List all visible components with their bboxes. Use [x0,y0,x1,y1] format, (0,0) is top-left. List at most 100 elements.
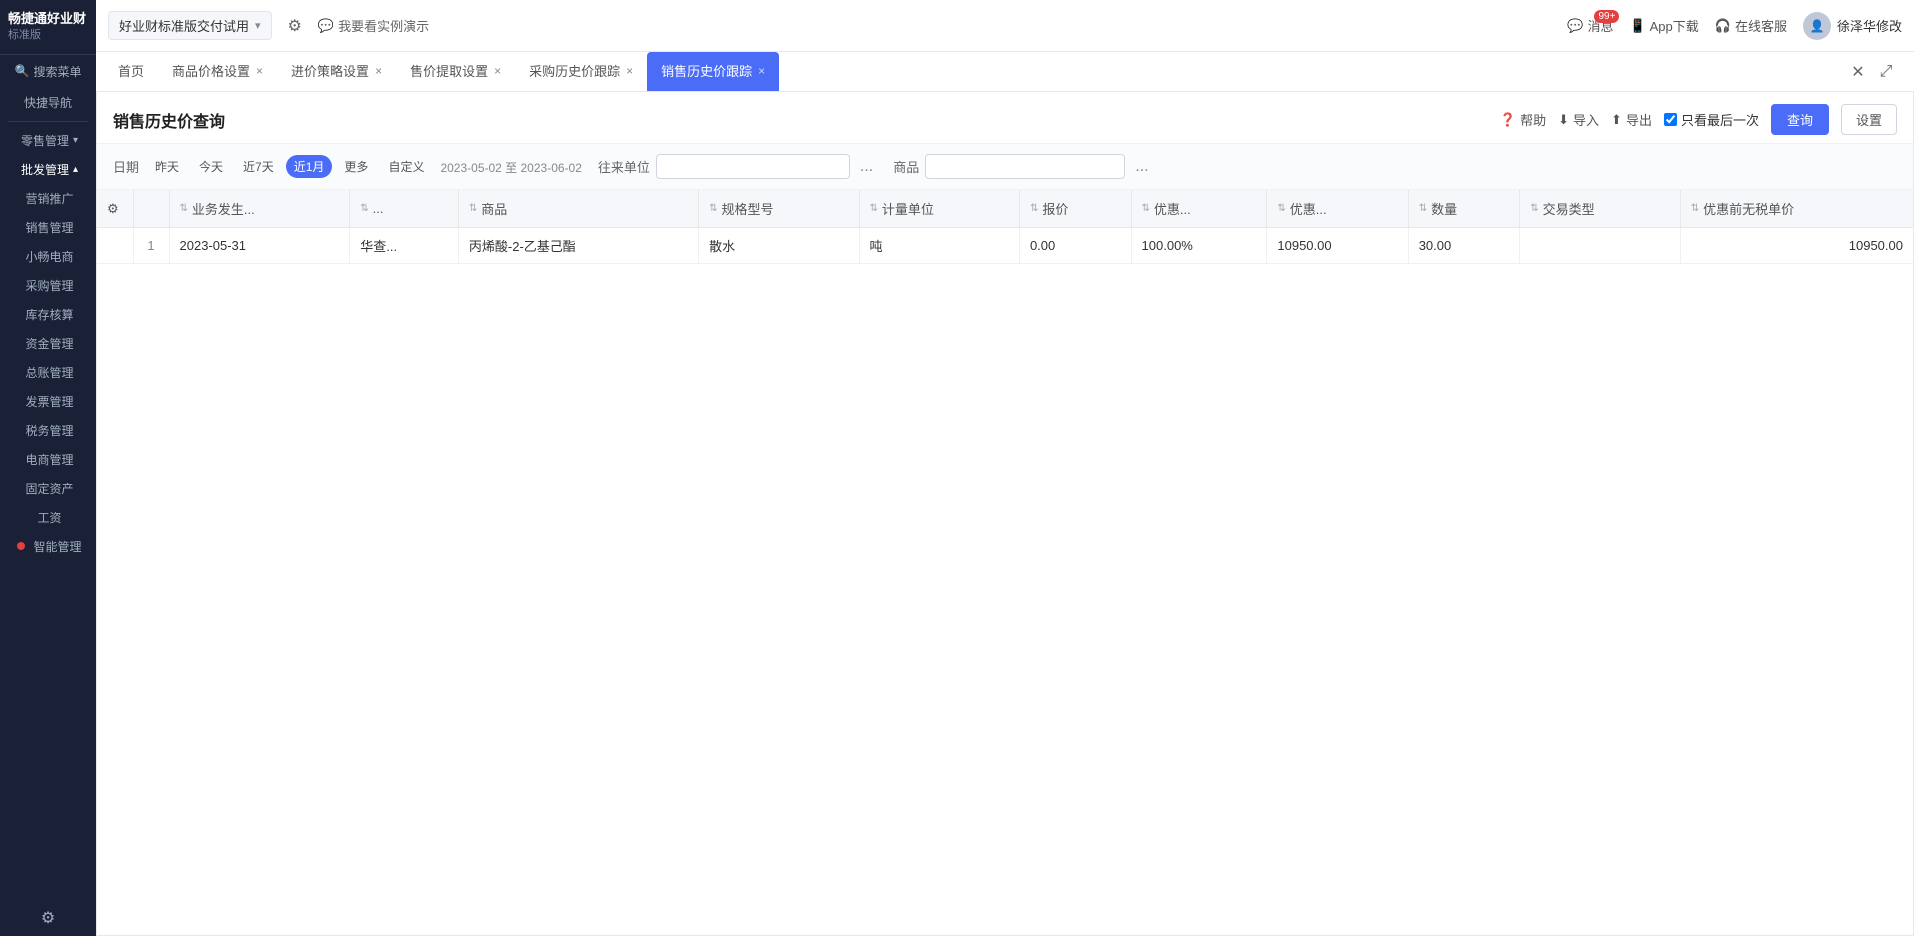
sidebar-search[interactable]: 🔍 搜索菜单 [0,55,96,88]
sidebar-item-smart[interactable]: 智能管理 [0,532,96,561]
col-pretax-price[interactable]: ⇅ 优惠前无税单价 [1680,190,1913,228]
tabs-bar: 首页 商品价格设置 × 进价策略设置 × 售价提取设置 × 采购历史价跟踪 × … [96,52,1914,92]
service-button[interactable]: 🎧 在线客服 [1715,16,1787,35]
col-spec-label: 规格型号 [722,199,774,218]
user-menu[interactable]: 👤 徐泽华修改 [1803,12,1902,40]
tab-price[interactable]: 商品价格设置 × [158,52,277,92]
help-button[interactable]: ❓ 帮助 [1500,110,1546,129]
col-discount2-label: 优惠... [1290,199,1327,218]
tab-sale-price[interactable]: 售价提取设置 × [396,52,515,92]
row-biz-date: 2023-05-31 [169,228,350,264]
panel-expand-button[interactable]: ⤢ [1874,60,1898,84]
col-spec[interactable]: ⇅ 规格型号 [699,190,859,228]
tab-purchase-history-close[interactable]: × [626,64,633,78]
sidebar-item-label: 智能管理 [33,538,81,555]
sort-icon: ⇅ [1530,203,1538,214]
search-icon: 🔍 [15,64,30,78]
tab-home[interactable]: 首页 [104,52,158,92]
panel-close-button[interactable]: ✕ [1846,60,1870,84]
only-last-checkbox[interactable] [1664,113,1677,126]
sidebar-item-sales[interactable]: 销售管理 [0,213,96,242]
col-more-label: ... [373,201,384,216]
tab-purchase-history[interactable]: 采购历史价跟踪 × [515,52,647,92]
sidebar-item-fixed-assets[interactable]: 固定资产 [0,474,96,503]
col-biz-date[interactable]: ⇅ 业务发生... [169,190,350,228]
sidebar-bottom: ⚙ [0,900,96,936]
sidebar-nav[interactable]: 快捷导航 [0,88,96,117]
page-header-actions: ❓ 帮助 ⬇ 导入 ⬆ 导出 只看最后一次 查询 设置 [1500,104,1897,135]
app-download-button[interactable]: 📱 App下载 [1629,16,1698,35]
date-opt-more[interactable]: 更多 [336,155,376,178]
table-container: ⚙ ⇅ 业务发生... ⇅ ... [97,190,1913,935]
col-more[interactable]: ⇅ ... [350,190,459,228]
sidebar-item-invoice[interactable]: 发票管理 [0,387,96,416]
row-product: 丙烯酸-2-乙基己酯 [458,228,698,264]
demo-link[interactable]: 💬 我要看实例演示 [318,16,429,35]
tab-sale-history[interactable]: 销售历史价跟踪 × [647,52,779,92]
app-download-label: App下载 [1650,16,1699,35]
col-unit-label: 计量单位 [882,199,934,218]
settings-button[interactable]: 设置 [1841,104,1897,135]
col-seq [133,190,169,228]
product-input[interactable] [925,154,1125,179]
sidebar-item-purchase[interactable]: 采购管理 [0,271,96,300]
message-icon: 💬 [1567,18,1583,34]
sidebar-item-inventory[interactable]: 库存核算 [0,300,96,329]
sidebar-item-ledger[interactable]: 总账管理 [0,358,96,387]
col-product[interactable]: ⇅ 商品 [458,190,698,228]
date-opt-yesterday[interactable]: 昨天 [147,155,187,178]
date-opt-today[interactable]: 今天 [191,155,231,178]
sidebar-item-retail[interactable]: 零售管理 ▾ [0,126,96,155]
col-qty[interactable]: ⇅ 数量 [1408,190,1520,228]
red-dot-icon [17,542,25,550]
version-label: 好业财标准版交付试用 [119,16,249,35]
col-unit[interactable]: ⇅ 计量单位 [859,190,1019,228]
message-button[interactable]: 💬 消息 99+ [1567,16,1613,35]
col-gear[interactable]: ⚙ [97,190,133,228]
query-button[interactable]: 查询 [1771,104,1829,135]
date-opt-custom[interactable]: 自定义 [380,155,432,178]
message-badge: 99+ [1594,10,1619,23]
col-discount1[interactable]: ⇅ 优惠... [1131,190,1267,228]
date-opt-last7[interactable]: 近7天 [235,155,282,178]
sidebar: 畅捷通好业财 标准版 🔍 搜索菜单 快捷导航 零售管理 ▾ 批发管理 ▴ 营销推… [0,0,96,936]
version-selector[interactable]: 好业财标准版交付试用 ▾ [108,11,272,40]
sidebar-item-ecommerce[interactable]: 电商管理 [0,445,96,474]
source-unit-input[interactable] [656,154,850,179]
date-opt-last1month[interactable]: 近1月 [286,155,333,178]
sidebar-item-payroll[interactable]: 工资 [0,503,96,532]
col-txn-type[interactable]: ⇅ 交易类型 [1520,190,1680,228]
sort-icon: ⇅ [1142,203,1150,214]
product-ellipsis[interactable]: ... [1131,158,1152,176]
import-label: 导入 [1573,110,1599,129]
tab-sale-history-close[interactable]: × [758,64,765,78]
sidebar-item-ecommerce-small[interactable]: 小畅电商 [0,242,96,271]
only-last-checkbox-label[interactable]: 只看最后一次 [1664,110,1759,129]
sidebar-item-label: 零售管理 [21,132,69,149]
sidebar-item-tax[interactable]: 税务管理 [0,416,96,445]
row-txn-type [1520,228,1680,264]
tab-price-close[interactable]: × [256,64,263,78]
col-qty-label: 数量 [1431,199,1457,218]
tab-strategy-close[interactable]: × [375,64,382,78]
avatar: 👤 [1803,12,1831,40]
sidebar-item-marketing[interactable]: 营销推广 [0,184,96,213]
settings-button[interactable]: ⚙ [280,12,310,40]
tab-sale-price-close[interactable]: × [494,64,501,78]
settings-icon[interactable]: ⚙ [41,910,55,927]
source-unit-ellipsis[interactable]: ... [856,158,877,176]
sort-icon: ⇅ [1030,203,1038,214]
tab-home-label: 首页 [118,61,144,80]
sort-icon: ⇅ [709,203,717,214]
col-txn-type-label: 交易类型 [1543,199,1595,218]
sidebar-item-wholesale[interactable]: 批发管理 ▴ [0,155,96,184]
export-button[interactable]: ⬆ 导出 [1611,110,1652,129]
import-button[interactable]: ⬇ 导入 [1558,110,1599,129]
tab-strategy[interactable]: 进价策略设置 × [277,52,396,92]
col-quote[interactable]: ⇅ 报价 [1019,190,1131,228]
sidebar-item-finance[interactable]: 资金管理 [0,329,96,358]
table-row[interactable]: 1 2023-05-31 华查... 丙烯酸-2-乙基己酯 散水 吨 0.00 … [97,228,1913,264]
col-product-label: 商品 [481,199,507,218]
col-discount2[interactable]: ⇅ 优惠... [1267,190,1408,228]
tab-strategy-label: 进价策略设置 [291,61,369,80]
